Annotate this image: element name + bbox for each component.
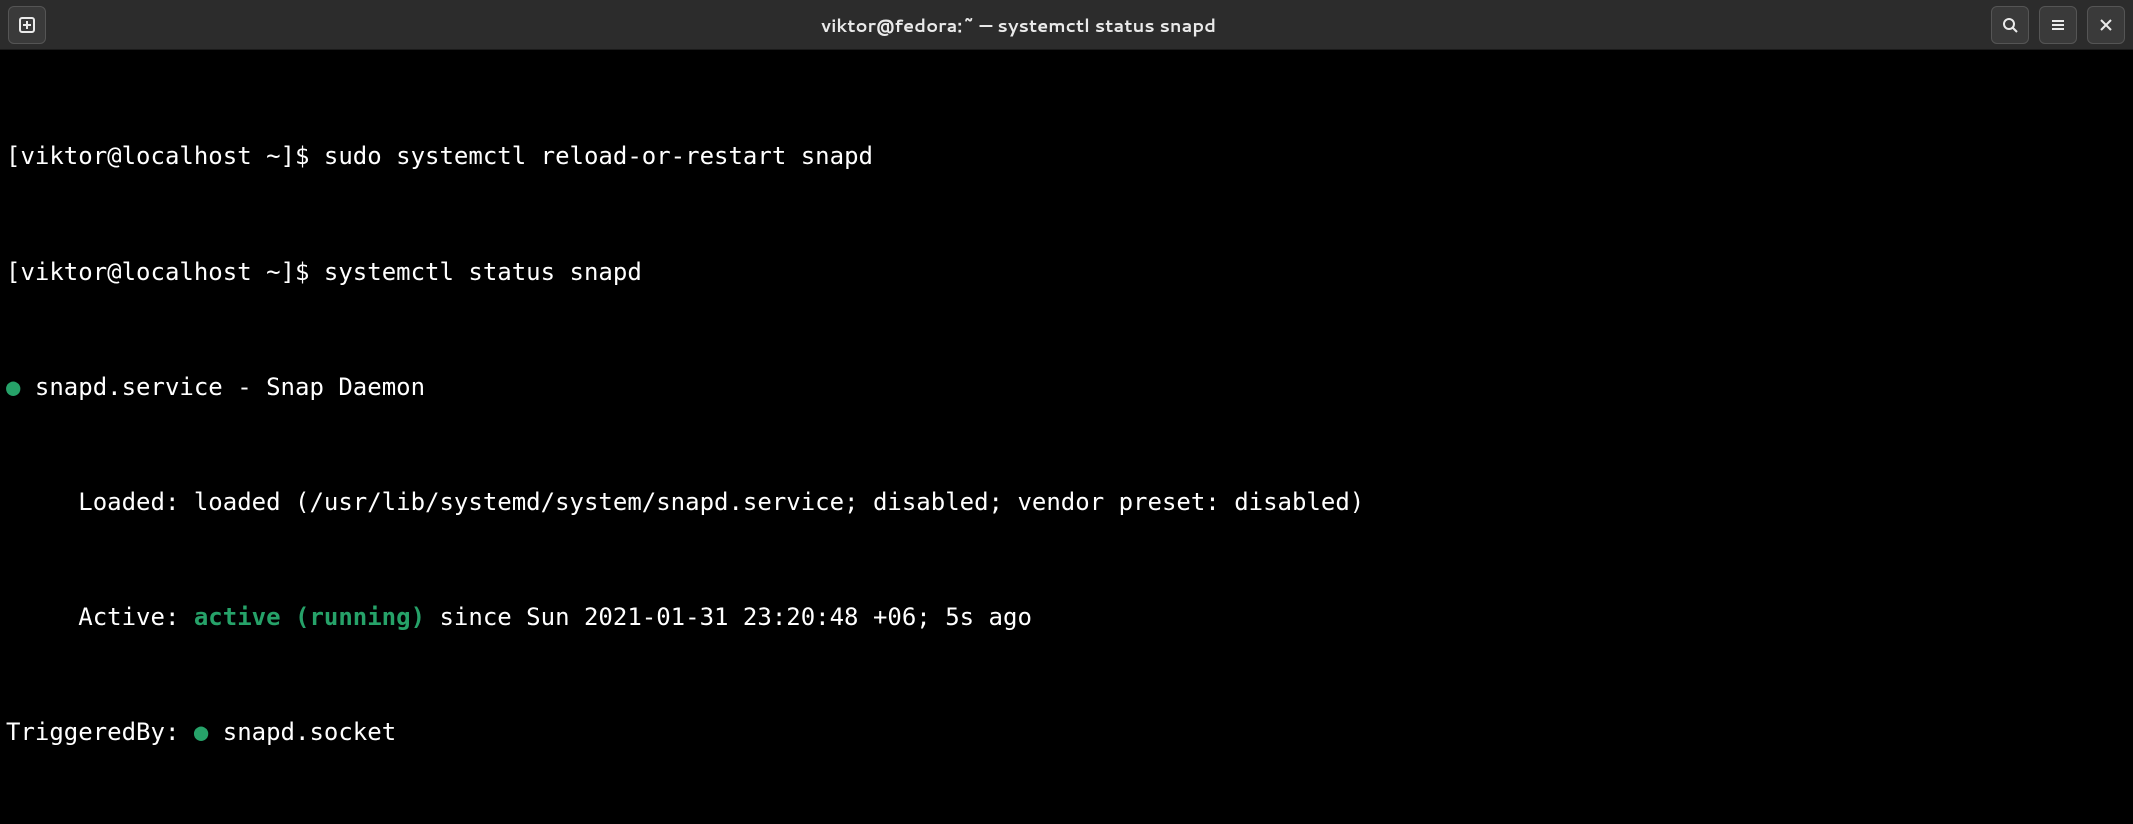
close-button[interactable] [2087,6,2125,44]
new-tab-icon [18,16,36,34]
service-header: ● snapd.service - Snap Daemon [6,373,2127,402]
triggered-line: TriggeredBy: ● snapd.socket [6,718,2127,747]
search-icon [2001,16,2019,34]
status-dot-icon: ● [194,718,208,746]
command-line-1: [viktor@localhost ~]$ sudo systemctl rel… [6,142,2127,171]
command-text: sudo systemctl reload-or-restart snapd [324,142,873,170]
triggered-value: snapd.socket [223,718,396,746]
loaded-value: loaded (/usr/lib/systemd/system/snapd.se… [194,488,1364,516]
shell-prompt: [viktor@localhost ~]$ [6,142,324,170]
loaded-label: Loaded: [6,488,194,516]
status-dot-icon: ● [6,373,20,401]
search-button[interactable] [1991,6,2029,44]
new-tab-button[interactable] [8,6,46,44]
terminal-viewport[interactable]: [viktor@localhost ~]$ sudo systemctl rel… [0,50,2133,824]
active-since: since Sun 2021-01-31 23:20:48 +06; 5s ag… [425,603,1032,631]
active-line: Active: active (running) since Sun 2021-… [6,603,2127,632]
window-titlebar: viktor@fedora:~ — systemctl status snapd [0,0,2133,50]
close-icon [2098,17,2114,33]
command-line-2: [viktor@localhost ~]$ systemctl status s… [6,258,2127,287]
active-label: Active: [6,603,194,631]
service-name: snapd.service - Snap Daemon [35,373,425,401]
triggered-label: TriggeredBy: [6,718,194,746]
hamburger-icon [2049,16,2067,34]
shell-prompt: [viktor@localhost ~]$ [6,258,324,286]
menu-button[interactable] [2039,6,2077,44]
active-state: active (running) [194,603,425,631]
window-title: viktor@fedora:~ — systemctl status snapd [46,12,1991,38]
loaded-line: Loaded: loaded (/usr/lib/systemd/system/… [6,488,2127,517]
command-text: systemctl status snapd [324,258,642,286]
